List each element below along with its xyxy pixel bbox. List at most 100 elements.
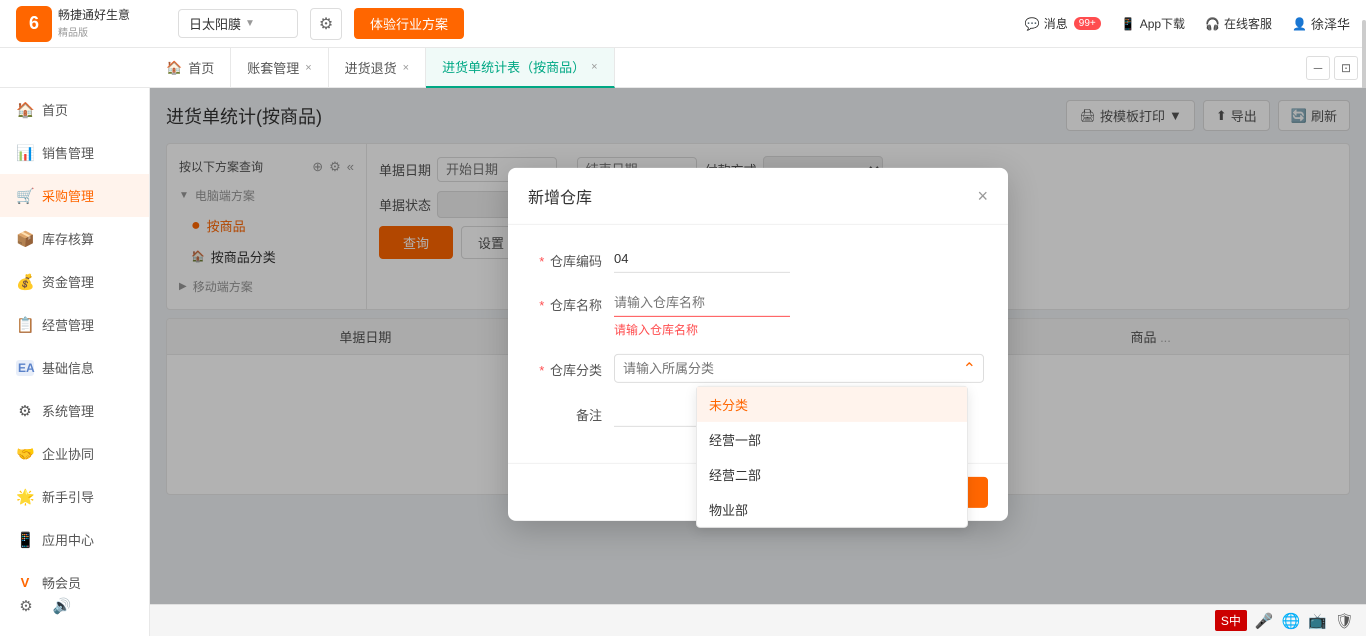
sidebar-item-guide[interactable]: 🌟 新手引导 [0, 475, 149, 518]
warehouse-category-input[interactable] [614, 354, 984, 383]
microphone-icon[interactable]: 🎤 [1255, 612, 1274, 630]
display-icon[interactable]: 📺 [1308, 612, 1327, 630]
sidebar-sales-label: 销售管理 [42, 143, 94, 162]
sidebar-item-home[interactable]: 🏠 首页 [0, 88, 149, 131]
add-warehouse-modal: 新增仓库 × * 仓库编码 [508, 168, 1008, 521]
warehouse-category-label: 仓库分类 [550, 363, 602, 378]
ime-indicator[interactable]: S中 [1215, 610, 1247, 631]
tab-purchase-stats-close[interactable]: × [591, 61, 597, 73]
warehouse-name-label: 仓库名称 [550, 298, 602, 313]
tab-purchase-return-label: 进货退货 [345, 58, 397, 77]
gear-icon: ⚙ [319, 14, 333, 34]
sidebar-item-system[interactable]: ⚙ 系统管理 [0, 389, 149, 432]
tab-bar: 🏠 首页 账套管理 × 进货退货 × 进货单统计表（按商品） × ─ ⊡ [0, 48, 1366, 88]
warehouse-name-error: 请输入仓库名称 [614, 321, 984, 338]
modal-close-button[interactable]: × [977, 185, 988, 206]
home-icon: 🏠 [166, 60, 182, 76]
user-profile[interactable]: 👤 徐泽华 [1292, 14, 1350, 33]
sidebar-basic-info-label: 基础信息 [42, 358, 94, 377]
trial-button[interactable]: 体验行业方案 [354, 8, 464, 39]
security-icon[interactable]: 🛡 [1335, 612, 1354, 630]
finance-icon: 💰 [16, 273, 34, 291]
tab-minimize-button[interactable]: ─ [1306, 56, 1330, 80]
tab-accounts[interactable]: 账套管理 × [231, 48, 328, 88]
enterprise-icon: 🤝 [16, 445, 34, 463]
sidebar-item-finance[interactable]: 💰 资金管理 [0, 260, 149, 303]
warehouse-code-input[interactable] [614, 245, 790, 273]
chevron-down-icon: ▼ [245, 18, 255, 29]
tab-expand-button[interactable]: ⊡ [1334, 56, 1358, 80]
logo-sub: 精品版 [58, 24, 130, 39]
headset-icon: 🎧 [1205, 17, 1220, 31]
sidebar-item-enterprise[interactable]: 🤝 企业协同 [0, 432, 149, 475]
sidebar-item-purchase[interactable]: 🛒 采购管理 [0, 174, 149, 217]
network-icon[interactable]: 🌐 [1282, 612, 1301, 630]
warehouse-code-label: 仓库编码 [550, 254, 602, 269]
dropdown-item-property[interactable]: 物业部 [697, 492, 967, 527]
category-dropdown: 未分类 经营一部 经营二部 物业部 [696, 386, 968, 528]
basic-info-icon: EA [16, 360, 34, 376]
tab-accounts-label: 账套管理 [247, 58, 299, 77]
tab-home[interactable]: 🏠 首页 [150, 48, 231, 88]
app-download-label: App下载 [1140, 15, 1185, 32]
sidebar-item-sales[interactable]: 📊 销售管理 [0, 131, 149, 174]
sidebar-audio-button[interactable]: 🔊 [48, 592, 76, 620]
online-service-label: 在线客服 [1224, 15, 1272, 32]
tab-accounts-close[interactable]: × [305, 62, 311, 74]
tab-purchase-return[interactable]: 进货退货 × [329, 48, 426, 88]
modal-title: 新增仓库 [528, 184, 592, 208]
taskbar: S中 🎤 🌐 📺 🛡 [150, 604, 1366, 636]
system-icon: ⚙ [16, 402, 34, 420]
app-download-action[interactable]: 📱 App下载 [1121, 15, 1185, 32]
sidebar: 🏠 首页 📊 销售管理 🛒 采购管理 📦 库存核算 💰 资金管理 📋 经营管理 … [0, 88, 150, 636]
home-sidebar-icon: 🏠 [16, 101, 34, 119]
sidebar-purchase-label: 采购管理 [42, 186, 94, 205]
tab-home-label: 首页 [188, 58, 214, 77]
sidebar-enterprise-label: 企业协同 [42, 444, 94, 463]
dropdown-item-dept2[interactable]: 经营二部 [697, 457, 967, 492]
sales-icon: 📊 [16, 144, 34, 162]
required-star-name: * [539, 298, 544, 313]
tab-purchase-return-close[interactable]: × [403, 62, 409, 74]
online-service-action[interactable]: 🎧 在线客服 [1205, 15, 1272, 32]
tab-purchase-stats[interactable]: 进货单统计表（按商品） × [426, 48, 614, 88]
sidebar-apps-label: 应用中心 [42, 530, 94, 549]
user-icon: 👤 [1292, 17, 1307, 31]
sidebar-item-basic-info[interactable]: EA 基础信息 [0, 346, 149, 389]
sidebar-system-label: 系统管理 [42, 401, 94, 420]
required-star-cat: * [539, 363, 544, 378]
warehouse-name-input[interactable] [614, 289, 790, 317]
logo-icon: 6 [16, 6, 52, 42]
message-icon: 💬 [1025, 17, 1040, 31]
top-header: 6 畅捷通好生意 精品版 日太阳膜 ▼ ⚙ 体验行业方案 💬 消息 99+ 📱 … [0, 0, 1366, 48]
sidebar-finance-label: 资金管理 [42, 272, 94, 291]
message-label: 消息 [1044, 15, 1068, 32]
settings-button[interactable]: ⚙ [310, 8, 342, 40]
sidebar-item-inventory[interactable]: 📦 库存核算 [0, 217, 149, 260]
remark-label: 备注 [576, 408, 602, 423]
chevron-up-icon[interactable]: ⌃ [963, 358, 976, 378]
message-action[interactable]: 💬 消息 99+ [1025, 15, 1101, 32]
dropdown-item-dept1[interactable]: 经营一部 [697, 422, 967, 457]
sidebar-item-operations[interactable]: 📋 经营管理 [0, 303, 149, 346]
store-name: 日太阳膜 [189, 14, 241, 33]
user-name: 徐泽华 [1311, 14, 1350, 33]
sidebar-home-label: 首页 [42, 100, 68, 119]
message-badge: 99+ [1074, 17, 1101, 30]
sidebar-guide-label: 新手引导 [42, 487, 94, 506]
sidebar-operations-label: 经营管理 [42, 315, 94, 334]
dropdown-item-unclassified[interactable]: 未分类 [697, 387, 967, 422]
purchase-icon: 🛒 [16, 187, 34, 205]
store-selector[interactable]: 日太阳膜 ▼ [178, 9, 298, 38]
tab-purchase-stats-label: 进货单统计表（按商品） [442, 57, 585, 76]
apps-icon: 📱 [16, 531, 34, 549]
phone-icon: 📱 [1121, 17, 1136, 31]
content-area: 进货单统计(按商品) 🖨 按模板打印 ▼ ⬆ 导出 🔄 刷新 [150, 88, 1366, 636]
inventory-icon: 📦 [16, 230, 34, 248]
sidebar-settings-button[interactable]: ⚙ [12, 592, 40, 620]
category-input-wrap: ⌃ 未分类 经营一部 经营二部 物业部 [614, 354, 984, 383]
logo-text: 畅捷通好生意 [58, 8, 130, 24]
sidebar-item-apps[interactable]: 📱 应用中心 [0, 518, 149, 561]
required-star-code: * [539, 254, 544, 269]
logo-area: 6 畅捷通好生意 精品版 [16, 6, 166, 42]
